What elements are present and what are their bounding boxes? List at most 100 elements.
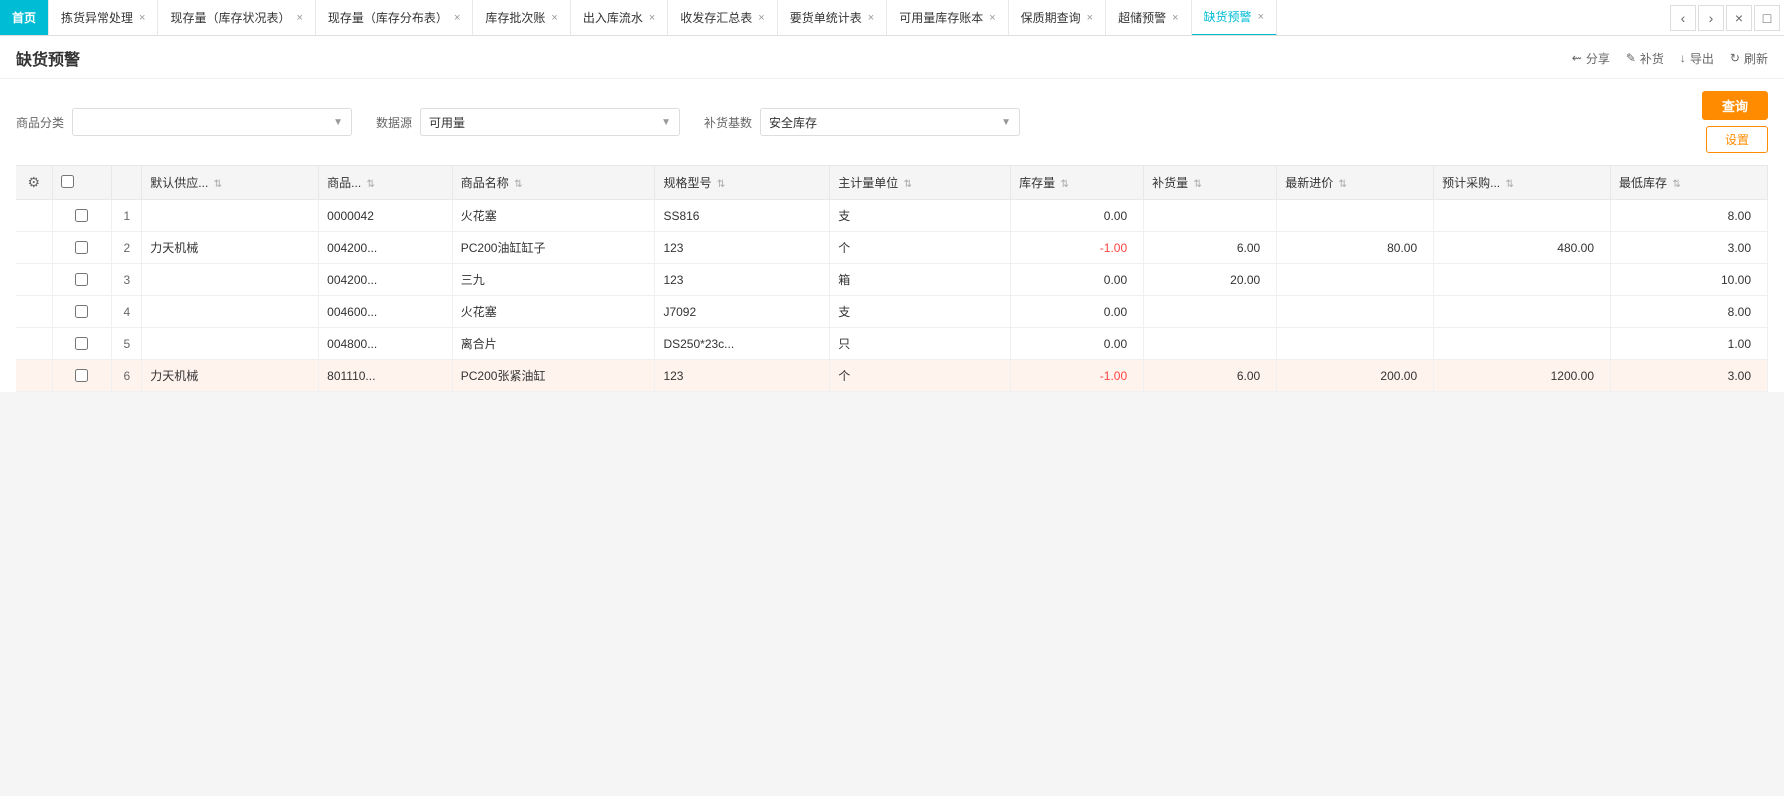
row-latest-price: 200.00 <box>1277 360 1434 392</box>
row-supplier: 力天机械 <box>142 360 319 392</box>
gear-icon[interactable]: ⚙ <box>27 174 40 191</box>
row-unit: 箱 <box>830 264 1011 296</box>
th-stock-sort-icon[interactable]: ⇅ <box>1060 179 1068 190</box>
tab-summary[interactable]: 收发存汇总表 × <box>668 0 777 36</box>
row-latest-price: 80.00 <box>1277 232 1434 264</box>
tab-expiry-close[interactable]: × <box>1087 12 1093 24</box>
row-latest-price <box>1277 264 1434 296</box>
row-select-checkbox[interactable] <box>75 209 88 222</box>
tab-batch[interactable]: 库存批次账 × <box>473 0 570 36</box>
row-checkbox[interactable] <box>52 264 112 296</box>
category-select[interactable]: ▼ <box>72 108 352 136</box>
tab-inout[interactable]: 出入库流水 × <box>571 0 668 36</box>
export-button[interactable]: ↓ 导出 <box>1680 50 1714 67</box>
tab-inventory-status-close[interactable]: × <box>296 12 302 24</box>
datasource-select[interactable]: 可用量 ▼ <box>420 108 680 136</box>
row-unit: 支 <box>830 200 1011 232</box>
th-num <box>112 166 142 200</box>
tab-inventory-dist-close[interactable]: × <box>454 12 460 24</box>
row-num: 6 <box>112 360 142 392</box>
tab-overstock[interactable]: 超储预警 × <box>1106 0 1191 36</box>
th-min-stock-label: 最低库存 <box>1619 176 1667 190</box>
th-unit-sort-icon[interactable]: ⇅ <box>904 179 912 190</box>
tab-inventory-status[interactable]: 现存量（库存状况表） × <box>158 0 315 36</box>
th-latest-price-sort-icon[interactable]: ⇅ <box>1339 179 1347 190</box>
th-est-purchase-sort-icon[interactable]: ⇅ <box>1505 179 1513 190</box>
query-button[interactable]: 查询 <box>1702 91 1768 120</box>
row-select-checkbox[interactable] <box>75 305 88 318</box>
row-checkbox[interactable] <box>52 360 112 392</box>
tab-home-label: 首页 <box>12 9 36 26</box>
th-min-stock-sort-icon[interactable]: ⇅ <box>1672 179 1680 190</box>
tab-picking-close[interactable]: × <box>139 12 145 24</box>
tab-batch-label: 库存批次账 <box>485 9 545 26</box>
tab-overstock-close[interactable]: × <box>1172 12 1178 24</box>
tab-picking[interactable]: 拣货异常处理 × <box>49 0 158 36</box>
row-unit: 只 <box>830 328 1011 360</box>
tab-inout-label: 出入库流水 <box>583 9 643 26</box>
restock-icon: ✎ <box>1626 51 1636 65</box>
nav-prev-button[interactable]: ‹ <box>1670 5 1696 31</box>
row-goods-name: 三九 <box>452 264 655 296</box>
tab-demand[interactable]: 要货单统计表 × <box>778 0 887 36</box>
row-stock: 0.00 <box>1011 328 1144 360</box>
row-est-purchase <box>1434 328 1611 360</box>
row-restock <box>1144 328 1277 360</box>
row-select-checkbox[interactable] <box>75 337 88 350</box>
replenish-select[interactable]: 安全库存 ▼ <box>760 108 1020 136</box>
select-all-checkbox[interactable] <box>61 175 74 188</box>
tab-avail-close[interactable]: × <box>989 12 995 24</box>
row-spec: 123 <box>655 232 830 264</box>
th-est-purchase-label: 预计采购... <box>1442 176 1500 190</box>
tab-shortage-close[interactable]: × <box>1258 11 1264 23</box>
row-checkbox[interactable] <box>52 200 112 232</box>
row-latest-price <box>1277 296 1434 328</box>
export-label: 导出 <box>1690 50 1714 67</box>
share-button[interactable]: ⇜ 分享 <box>1572 50 1610 67</box>
tab-summary-close[interactable]: × <box>758 12 764 24</box>
row-est-purchase <box>1434 264 1611 296</box>
th-goods-name-label: 商品名称 <box>461 176 509 190</box>
filter-bar: 商品分类 ▼ 数据源 可用量 ▼ 补货基数 安全库存 ▼ 查询 设置 <box>0 79 1784 165</box>
refresh-button[interactable]: ↻ 刷新 <box>1730 50 1768 67</box>
tab-demand-close[interactable]: × <box>868 12 874 24</box>
restock-button[interactable]: ✎ 补货 <box>1626 50 1664 67</box>
row-settings <box>16 200 52 232</box>
datasource-label: 数据源 <box>376 114 412 131</box>
row-select-checkbox[interactable] <box>75 273 88 286</box>
th-supplier-sort-icon[interactable]: ⇅ <box>214 179 222 190</box>
page-header: 缺货预警 ⇜ 分享 ✎ 补货 ↓ 导出 ↻ 刷新 <box>0 36 1784 79</box>
th-goods-name-sort-icon[interactable]: ⇅ <box>514 179 522 190</box>
row-spec: 123 <box>655 360 830 392</box>
row-est-purchase <box>1434 200 1611 232</box>
header-actions: ⇜ 分享 ✎ 补货 ↓ 导出 ↻ 刷新 <box>1572 50 1768 67</box>
th-spec: 规格型号 ⇅ <box>655 166 830 200</box>
row-checkbox[interactable] <box>52 328 112 360</box>
row-select-checkbox[interactable] <box>75 241 88 254</box>
row-stock: 0.00 <box>1011 264 1144 296</box>
th-checkbox <box>52 166 112 200</box>
th-restock-sort-icon[interactable]: ⇅ <box>1194 179 1202 190</box>
tab-home[interactable]: 首页 <box>0 0 49 36</box>
share-label: 分享 <box>1586 50 1610 67</box>
row-supplier <box>142 264 319 296</box>
tab-batch-close[interactable]: × <box>551 12 557 24</box>
tab-shortage[interactable]: 缺货预警 × <box>1192 0 1277 36</box>
tab-avail[interactable]: 可用量库存账本 × <box>887 0 1008 36</box>
tab-inventory-dist[interactable]: 现存量（库存分布表） × <box>316 0 473 36</box>
tab-expiry[interactable]: 保质期查询 × <box>1009 0 1106 36</box>
tab-overstock-label: 超储预警 <box>1118 9 1166 26</box>
row-checkbox[interactable] <box>52 232 112 264</box>
row-num: 2 <box>112 232 142 264</box>
nav-close-button[interactable]: × <box>1726 5 1752 31</box>
th-goods-code-sort-icon[interactable]: ⇅ <box>367 179 375 190</box>
nav-maximize-button[interactable]: □ <box>1754 5 1780 31</box>
row-stock: -1.00 <box>1011 232 1144 264</box>
nav-next-button[interactable]: › <box>1698 5 1724 31</box>
row-select-checkbox[interactable] <box>75 369 88 382</box>
row-checkbox[interactable] <box>52 296 112 328</box>
row-restock <box>1144 296 1277 328</box>
settings-button[interactable]: 设置 <box>1706 126 1768 153</box>
tab-inout-close[interactable]: × <box>649 12 655 24</box>
th-spec-sort-icon[interactable]: ⇅ <box>717 179 725 190</box>
